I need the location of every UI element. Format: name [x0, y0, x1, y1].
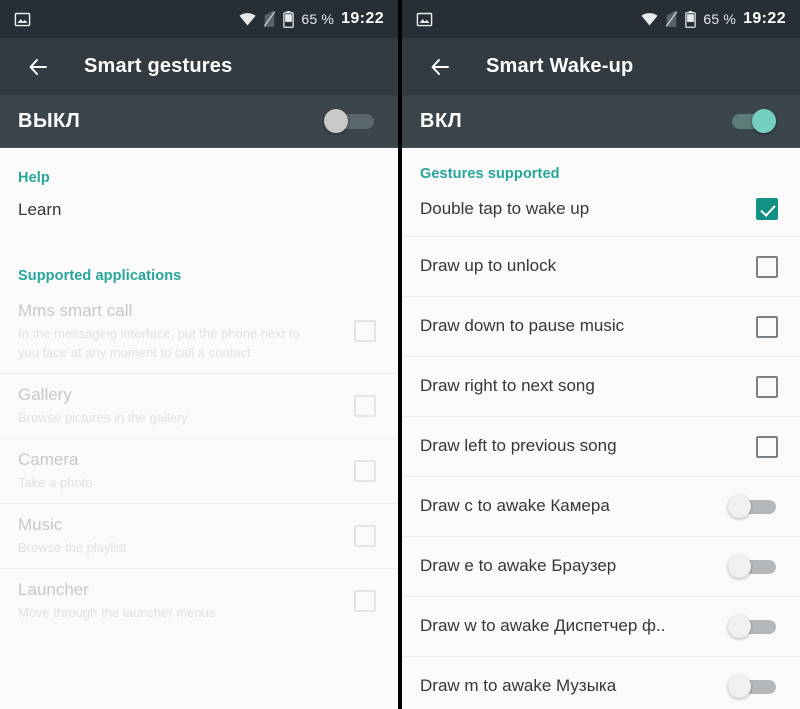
wifi-icon [239, 12, 256, 26]
list-item[interactable]: Launcher Move through the launcher menus [0, 567, 398, 633]
list-item-title: Gallery [18, 384, 72, 404]
checkbox[interactable] [354, 524, 376, 547]
toggle-switch[interactable] [728, 494, 778, 519]
battery-icon [283, 10, 295, 28]
list-item[interactable]: Camera Take a photo [0, 437, 398, 503]
list-item-title: Draw left to previous song [420, 436, 617, 456]
section-header-gestures-supported: Gestures supported [420, 166, 560, 182]
list-item-subtitle: In the messaging interface, put the phon… [18, 326, 300, 360]
list-item-title: Draw c to awake Камера [420, 496, 610, 516]
settings-list: Help Learn Supported applications Mms sm… [0, 148, 398, 709]
back-arrow-icon [29, 58, 47, 75]
section-header-supported-applications: Supported applications [18, 268, 182, 284]
list-item-title: Draw up to unlock [420, 256, 557, 276]
screen-smart-wakeup: 65 % 19:22 Smart Wake-up ВКЛ Gestures su… [402, 0, 800, 709]
list-item[interactable]: Draw e to awake Браузер [402, 536, 800, 596]
clock: 19:22 [743, 10, 786, 27]
master-switch-toggle[interactable] [324, 108, 376, 134]
toggle-switch[interactable] [728, 674, 778, 699]
checkbox[interactable] [756, 375, 778, 398]
back-button[interactable] [420, 47, 460, 87]
image-icon [416, 11, 433, 28]
signal-off-icon [263, 11, 276, 27]
screen-smart-gestures: 65 % 19:22 Smart gestures ВЫКЛ Help Lear… [0, 0, 398, 709]
section-header-help: Help [18, 170, 50, 186]
list-item-subtitle: Take a photo [18, 474, 93, 490]
list-item[interactable]: Draw up to unlock [402, 236, 800, 296]
list-item-learn[interactable]: Learn [0, 186, 398, 246]
list-item[interactable]: Draw right to next song [402, 356, 800, 416]
checkbox[interactable] [354, 589, 376, 612]
list-item-subtitle: Browse pictures in the gallery [18, 409, 188, 425]
battery-icon [685, 10, 697, 28]
page-title: Smart Wake-up [486, 55, 634, 77]
list-item[interactable]: Double tap to wake up [402, 182, 800, 236]
switch-knob [728, 554, 751, 578]
page-title: Smart gestures [84, 55, 233, 77]
list-item-title: Draw m to awake Музыка [420, 676, 617, 696]
list-item-title: Draw down to pause music [420, 316, 625, 336]
list-item-title: Music [18, 514, 63, 534]
master-switch-bar: ВЫКЛ [0, 95, 398, 148]
checkbox[interactable] [756, 435, 778, 458]
list-item[interactable]: Gallery Browse pictures in the gallery [0, 372, 398, 438]
status-bar: 65 % 19:22 [0, 0, 398, 38]
list-item-title: Draw right to next song [420, 376, 595, 396]
list-item[interactable]: Draw left to previous song [402, 416, 800, 476]
switch-knob [728, 614, 751, 638]
list-item-subtitle: Browse the playlist [18, 539, 127, 555]
list-item[interactable]: Draw w to awake Диспетчер ф.. [402, 596, 800, 656]
checkbox[interactable] [354, 320, 376, 343]
checkbox[interactable] [354, 394, 376, 417]
list-item[interactable]: Draw m to awake Музыка [402, 656, 800, 709]
checkbox[interactable] [354, 459, 376, 482]
switch-knob [324, 109, 348, 133]
gestures-list: Gestures supported Double tap to wake up… [402, 148, 800, 709]
list-item[interactable]: Draw c to awake Камера [402, 476, 800, 536]
checkbox[interactable] [756, 255, 778, 278]
back-arrow-icon [431, 58, 449, 75]
master-switch-label: ВКЛ [420, 109, 463, 132]
toggle-switch[interactable] [728, 554, 778, 579]
list-item-title: Launcher [18, 579, 89, 599]
toggle-switch[interactable] [728, 614, 778, 639]
list-item-title: Draw e to awake Браузер [420, 556, 617, 576]
clock: 19:22 [341, 10, 384, 27]
list-item[interactable]: Draw down to pause music [402, 296, 800, 356]
list-item-subtitle: Move through the launcher menus [18, 604, 216, 620]
switch-knob [728, 494, 751, 518]
dual-screenshot: 65 % 19:22 Smart gestures ВЫКЛ Help Lear… [0, 0, 800, 709]
app-bar: Smart gestures [0, 38, 398, 95]
list-item[interactable]: Music Browse the playlist [0, 502, 398, 568]
checkbox[interactable] [756, 315, 778, 338]
master-switch-toggle[interactable] [726, 108, 778, 134]
image-icon [14, 11, 31, 28]
back-button[interactable] [18, 47, 58, 87]
checkbox[interactable] [756, 198, 778, 220]
app-bar: Smart Wake-up [402, 38, 800, 95]
battery-percent: 65 % [301, 11, 335, 27]
master-switch-bar: ВКЛ [402, 95, 800, 148]
battery-percent: 65 % [703, 11, 737, 27]
list-item-title: Camera [18, 449, 79, 469]
master-switch-label: ВЫКЛ [18, 109, 81, 132]
signal-off-icon [665, 11, 678, 27]
status-bar: 65 % 19:22 [402, 0, 800, 38]
list-item-title: Double tap to wake up [420, 198, 590, 218]
wifi-icon [641, 12, 658, 26]
switch-knob [752, 109, 776, 133]
switch-knob [728, 674, 751, 698]
list-item[interactable]: Mms smart call In the messaging interfac… [0, 284, 398, 373]
list-item-title: Draw w to awake Диспетчер ф.. [420, 616, 666, 636]
list-item-title: Mms smart call [18, 301, 133, 320]
